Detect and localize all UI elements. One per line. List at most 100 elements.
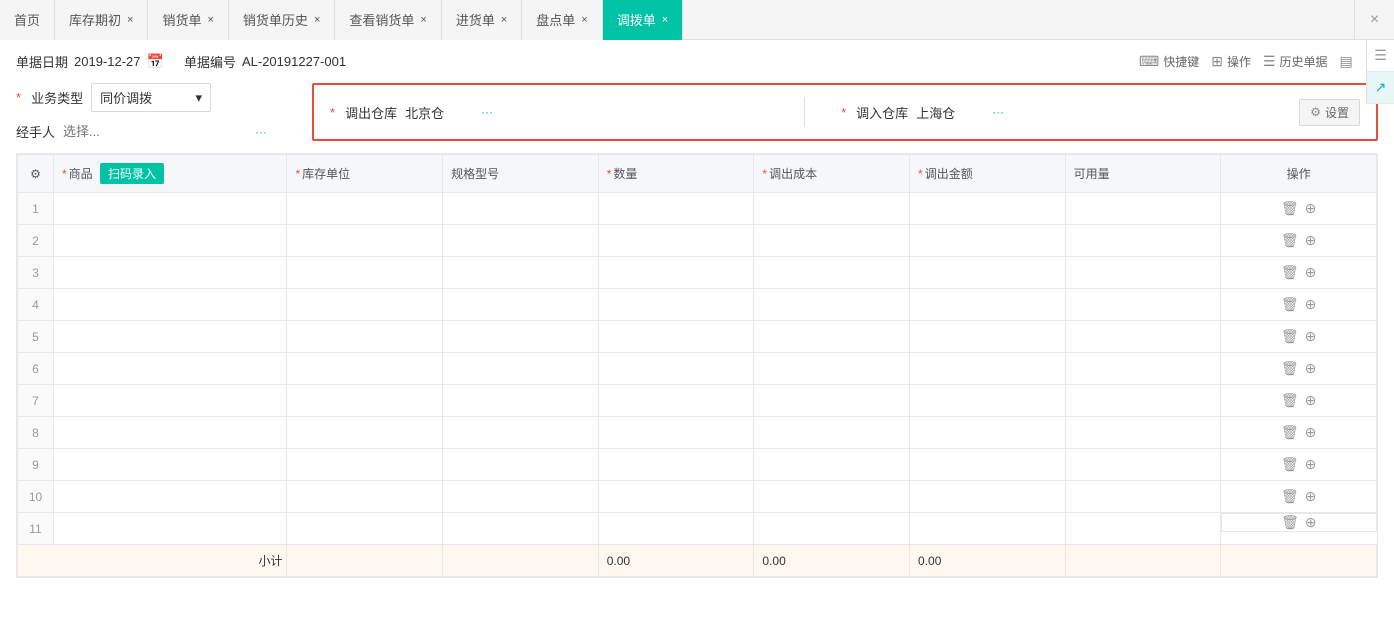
- available-cell[interactable]: [1065, 321, 1221, 353]
- sidebar-list-icon[interactable]: ☰: [1367, 40, 1394, 72]
- table-row[interactable]: 11 🗑 ⊕: [18, 513, 1377, 545]
- amount-cell[interactable]: [910, 417, 1066, 449]
- tab-sales-order[interactable]: 销货单 ×: [148, 0, 228, 40]
- cost-cell[interactable]: [754, 417, 910, 449]
- settings-button[interactable]: ⚙ 设置: [1299, 99, 1360, 126]
- table-row[interactable]: 7 🗑 ⊕: [18, 385, 1377, 417]
- unit-cell[interactable]: [287, 257, 443, 289]
- copy-icon[interactable]: ⊕: [1305, 424, 1317, 441]
- available-cell[interactable]: [1065, 193, 1221, 225]
- qty-cell[interactable]: [598, 449, 754, 481]
- unit-cell[interactable]: [287, 193, 443, 225]
- product-cell[interactable]: [54, 321, 287, 353]
- table-row[interactable]: 3 🗑 ⊕: [18, 257, 1377, 289]
- tab-purchase[interactable]: 进货单 ×: [442, 0, 522, 40]
- delete-icon[interactable]: 🗑: [1281, 296, 1299, 313]
- available-cell[interactable]: [1065, 417, 1221, 449]
- amount-cell[interactable]: [910, 193, 1066, 225]
- product-cell[interactable]: [54, 353, 287, 385]
- delete-icon[interactable]: 🗑: [1281, 264, 1299, 281]
- amount-cell[interactable]: [910, 481, 1066, 513]
- calendar-icon[interactable]: 📅: [147, 53, 164, 70]
- person-input[interactable]: [63, 124, 239, 139]
- global-close-button[interactable]: ×: [1354, 0, 1394, 40]
- available-cell[interactable]: [1065, 289, 1221, 321]
- table-row[interactable]: 5 🗑 ⊕: [18, 321, 1377, 353]
- unit-cell[interactable]: [287, 321, 443, 353]
- table-row[interactable]: 1 🗑 ⊕: [18, 193, 1377, 225]
- spec-cell[interactable]: [443, 193, 599, 225]
- product-cell[interactable]: [54, 289, 287, 321]
- delete-icon[interactable]: 🗑: [1281, 424, 1299, 441]
- person-more-btn[interactable]: ···: [255, 125, 267, 139]
- tab-transfer[interactable]: 调拨单 ×: [603, 0, 683, 40]
- cost-cell[interactable]: [754, 353, 910, 385]
- spec-cell[interactable]: [443, 321, 599, 353]
- qty-cell[interactable]: [598, 193, 754, 225]
- qty-cell[interactable]: [598, 289, 754, 321]
- unit-cell[interactable]: [287, 385, 443, 417]
- qty-cell[interactable]: [598, 321, 754, 353]
- spec-cell[interactable]: [443, 449, 599, 481]
- available-cell[interactable]: [1065, 481, 1221, 513]
- close-tab-view-sales[interactable]: ×: [420, 14, 426, 26]
- close-tab-sales-history[interactable]: ×: [314, 14, 320, 26]
- unit-cell[interactable]: [287, 225, 443, 257]
- cost-cell[interactable]: [754, 321, 910, 353]
- copy-icon[interactable]: ⊕: [1305, 514, 1317, 531]
- product-cell[interactable]: [54, 225, 287, 257]
- warehouse-out-more[interactable]: ···: [481, 105, 493, 119]
- amount-cell[interactable]: [910, 321, 1066, 353]
- spec-cell[interactable]: [443, 353, 599, 385]
- unit-cell[interactable]: [287, 289, 443, 321]
- available-cell[interactable]: [1065, 385, 1221, 417]
- amount-cell[interactable]: [910, 289, 1066, 321]
- unit-cell[interactable]: [287, 449, 443, 481]
- amount-cell[interactable]: [910, 257, 1066, 289]
- amount-cell[interactable]: [910, 225, 1066, 257]
- spec-cell[interactable]: [443, 289, 599, 321]
- spec-cell[interactable]: [443, 385, 599, 417]
- delete-icon[interactable]: 🗑: [1281, 360, 1299, 377]
- amount-cell[interactable]: [910, 385, 1066, 417]
- product-cell[interactable]: [54, 481, 287, 513]
- cost-cell[interactable]: [754, 289, 910, 321]
- warehouse-in-more[interactable]: ···: [992, 105, 1004, 119]
- product-cell[interactable]: [54, 417, 287, 449]
- copy-icon[interactable]: ⊕: [1305, 232, 1317, 249]
- product-cell[interactable]: [54, 385, 287, 417]
- delete-icon[interactable]: 🗑: [1281, 200, 1299, 217]
- business-type-select[interactable]: 同价调拨 ▾: [91, 83, 211, 112]
- copy-icon[interactable]: ⊕: [1305, 456, 1317, 473]
- unit-cell[interactable]: [287, 353, 443, 385]
- copy-icon[interactable]: ⊕: [1305, 392, 1317, 409]
- scan-button[interactable]: 扫码录入: [100, 163, 164, 184]
- copy-icon[interactable]: ⊕: [1305, 264, 1317, 281]
- sidebar-export-icon[interactable]: ↗: [1367, 72, 1394, 104]
- table-row[interactable]: 8 🗑 ⊕: [18, 417, 1377, 449]
- product-cell[interactable]: [54, 449, 287, 481]
- product-cell[interactable]: [54, 257, 287, 289]
- cost-cell[interactable]: [754, 193, 910, 225]
- tab-home[interactable]: 首页: [0, 0, 55, 40]
- cost-cell[interactable]: [754, 385, 910, 417]
- close-tab-stocktake[interactable]: ×: [581, 14, 587, 26]
- qty-cell[interactable]: [598, 353, 754, 385]
- unit-cell[interactable]: [287, 481, 443, 513]
- available-cell[interactable]: [1065, 449, 1221, 481]
- shortcut-action[interactable]: ⌨ 快捷键: [1139, 53, 1199, 70]
- table-row[interactable]: 10 🗑 ⊕: [18, 481, 1377, 513]
- copy-icon[interactable]: ⊕: [1305, 360, 1317, 377]
- delete-icon[interactable]: 🗑: [1281, 456, 1299, 473]
- spec-cell[interactable]: [443, 481, 599, 513]
- close-tab-inventory-init[interactable]: ×: [127, 14, 133, 26]
- delete-icon[interactable]: 🗑: [1281, 232, 1299, 249]
- qty-cell[interactable]: [598, 257, 754, 289]
- amount-cell[interactable]: [910, 353, 1066, 385]
- operations-action[interactable]: ⊞ 操作: [1211, 53, 1251, 70]
- delete-icon[interactable]: 🗑: [1281, 392, 1299, 409]
- cost-cell[interactable]: [754, 449, 910, 481]
- tab-sales-history[interactable]: 销货单历史 ×: [229, 0, 335, 40]
- unit-cell[interactable]: [287, 417, 443, 449]
- product-cell[interactable]: [54, 193, 287, 225]
